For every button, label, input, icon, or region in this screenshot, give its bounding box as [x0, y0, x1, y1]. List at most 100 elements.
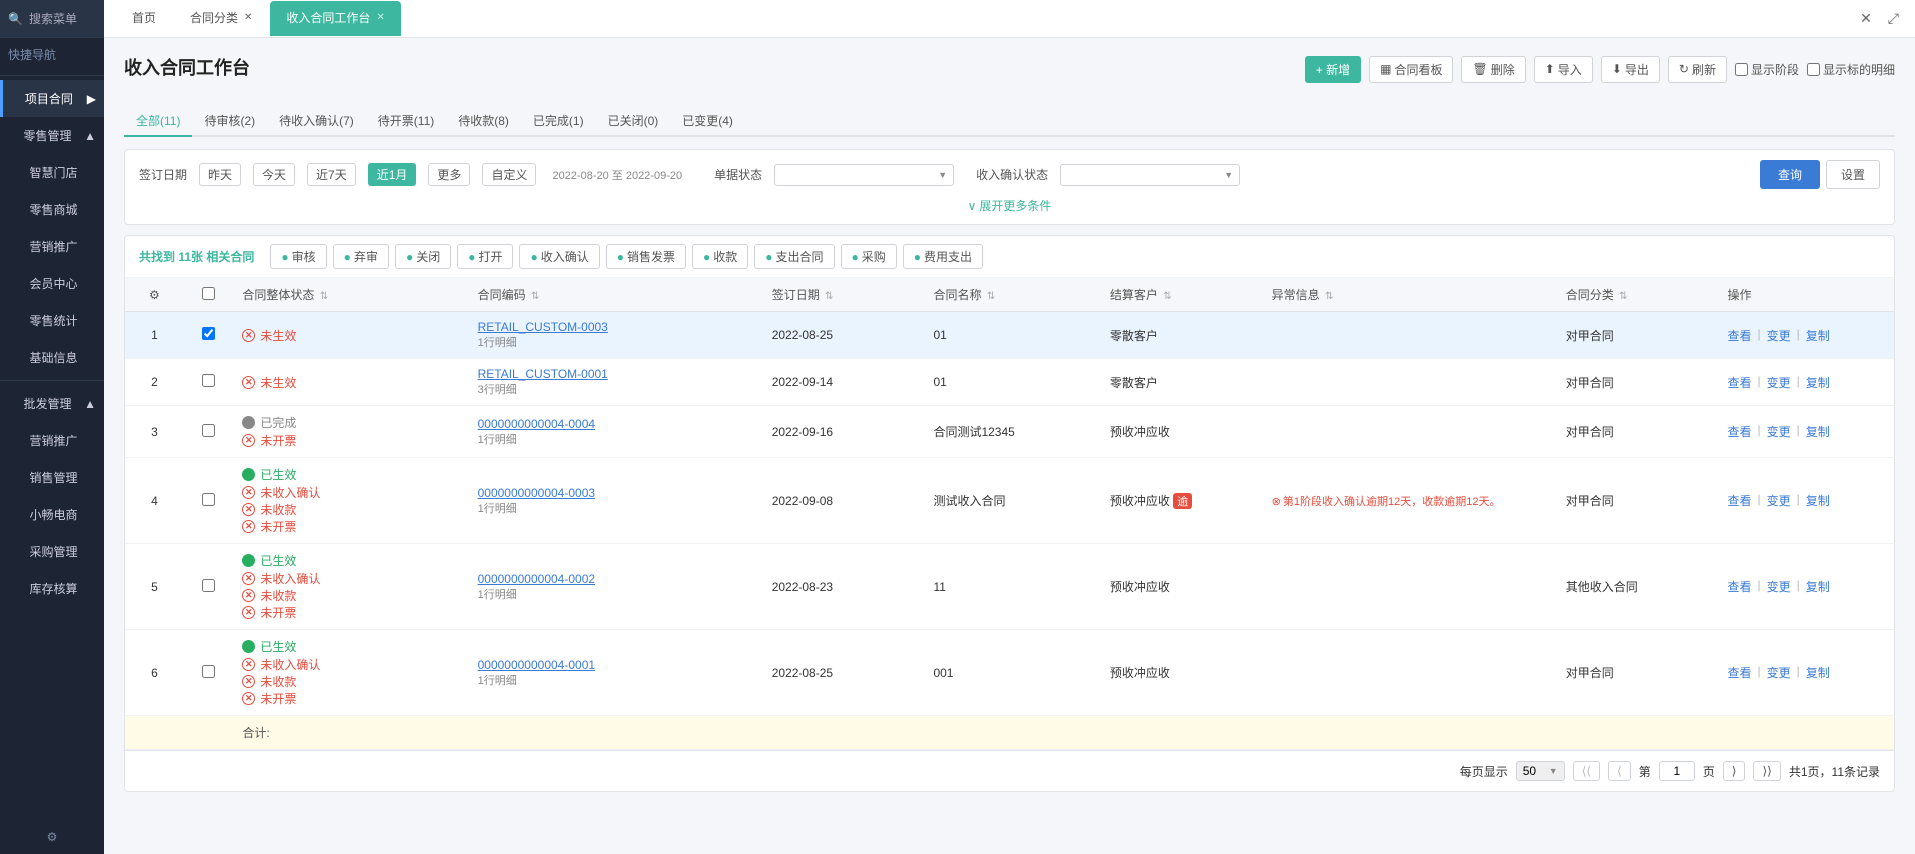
row-action-复制[interactable]: 复制: [1806, 327, 1830, 344]
income-confirm-select[interactable]: [1060, 164, 1240, 186]
row-checkbox[interactable]: [202, 374, 215, 387]
purchase-btn[interactable]: ● 采购: [841, 244, 897, 269]
close-btn[interactable]: ● 关闭: [395, 244, 451, 269]
per-page-select[interactable]: 50 10 20 100: [1516, 761, 1565, 781]
first-page-btn[interactable]: ⟨⟨: [1573, 761, 1600, 781]
filter-tab-completed[interactable]: 已完成(1): [521, 106, 596, 137]
sidebar-item-smart-store[interactable]: 智慧门店: [0, 154, 104, 191]
open-btn[interactable]: ● 打开: [457, 244, 513, 269]
tab-home[interactable]: 首页: [116, 1, 172, 36]
sidebar-item-sales-mgmt[interactable]: 销售管理: [0, 459, 104, 496]
sidebar-item-retail-stats[interactable]: 零售统计: [0, 302, 104, 339]
sort-code-icon[interactable]: ⇅: [531, 291, 539, 302]
sidebar-item-inventory[interactable]: 库存核算: [0, 570, 104, 607]
expense-out-btn[interactable]: ● 费用支出: [903, 244, 983, 269]
sidebar-quick-nav[interactable]: 快捷导航: [0, 38, 104, 71]
sidebar-item-basic-info[interactable]: 基础信息: [0, 339, 104, 376]
prev-page-btn[interactable]: ⟨: [1608, 761, 1631, 781]
contract-code-link[interactable]: 0000000000004-0002: [478, 572, 595, 586]
row-action-变更[interactable]: 变更: [1767, 327, 1791, 344]
row-action-查看[interactable]: 查看: [1727, 374, 1751, 391]
filter-date-more[interactable]: 更多: [428, 163, 470, 186]
filter-date-custom[interactable]: 自定义: [482, 163, 536, 186]
kanban-button[interactable]: ▦ 合同看板: [1369, 56, 1453, 83]
review-btn[interactable]: ● 审核: [270, 244, 326, 269]
show-detail-input[interactable]: [1807, 63, 1820, 76]
income-confirm-btn[interactable]: ● 收入确认: [519, 244, 599, 269]
show-detail-checkbox[interactable]: 显示标的明细: [1807, 61, 1895, 78]
sidebar-item-retail-mgmt[interactable]: 零售管理 ▲: [0, 117, 104, 154]
show-segment-input[interactable]: [1735, 63, 1748, 76]
filter-date-last1month[interactable]: 近1月: [368, 163, 417, 186]
sidebar-item-xiaochang[interactable]: 小畅电商: [0, 496, 104, 533]
row-action-变更[interactable]: 变更: [1767, 578, 1791, 595]
row-checkbox[interactable]: [202, 493, 215, 506]
sidebar-item-wholesale-mgmt[interactable]: 批发管理 ▲: [0, 385, 104, 422]
sidebar-item-retail-mall[interactable]: 零售商城: [0, 191, 104, 228]
new-button[interactable]: + 新增: [1305, 56, 1361, 83]
select-all-checkbox[interactable]: [202, 287, 215, 300]
filter-tab-pending-payment[interactable]: 待收款(8): [446, 106, 521, 137]
row-action-查看[interactable]: 查看: [1727, 327, 1751, 344]
row-checkbox[interactable]: [202, 665, 215, 678]
sort-name-icon[interactable]: ⇅: [987, 291, 995, 302]
sidebar-item-marketing[interactable]: 营销推广: [0, 228, 104, 265]
sort-status-icon[interactable]: ⇅: [320, 291, 328, 302]
doc-status-select[interactable]: [774, 164, 954, 186]
tab-bar-close-btn[interactable]: ✕: [1856, 8, 1876, 29]
delete-button[interactable]: 🗑 删除: [1461, 56, 1525, 83]
row-action-变更[interactable]: 变更: [1767, 664, 1791, 681]
filter-settings-button[interactable]: 设置: [1826, 160, 1880, 189]
export-button[interactable]: ⬇ 导出: [1601, 56, 1660, 83]
refresh-button[interactable]: ↻ 刷新: [1668, 56, 1727, 83]
abandon-btn[interactable]: ● 弃审: [333, 244, 389, 269]
row-action-复制[interactable]: 复制: [1806, 578, 1830, 595]
filter-date-today[interactable]: 今天: [253, 163, 295, 186]
last-page-btn[interactable]: ⟩⟩: [1753, 761, 1780, 781]
sidebar-item-marketing2[interactable]: 营销推广: [0, 422, 104, 459]
filter-tab-pending-review[interactable]: 待审核(2): [192, 106, 267, 137]
row-action-变更[interactable]: 变更: [1767, 374, 1791, 391]
show-segment-checkbox[interactable]: 显示阶段: [1735, 61, 1799, 78]
sidebar-item-member[interactable]: 会员中心: [0, 265, 104, 302]
row-action-复制[interactable]: 复制: [1806, 374, 1830, 391]
filter-date-last7[interactable]: 近7天: [307, 163, 356, 186]
tab-income-contract-close[interactable]: ✕: [376, 12, 384, 23]
import-button[interactable]: ⬆ 导入: [1534, 56, 1593, 83]
tab-contract-category-close[interactable]: ✕: [244, 12, 252, 23]
row-action-查看[interactable]: 查看: [1727, 423, 1751, 440]
row-action-查看[interactable]: 查看: [1727, 492, 1751, 509]
sidebar-item-project[interactable]: 项目合同 ▶: [0, 80, 104, 117]
row-action-查看[interactable]: 查看: [1727, 664, 1751, 681]
query-button[interactable]: 查询: [1760, 160, 1820, 189]
sales-invoice-btn[interactable]: ● 销售发票: [606, 244, 686, 269]
sort-date-icon[interactable]: ⇅: [825, 291, 833, 302]
row-action-复制[interactable]: 复制: [1806, 492, 1830, 509]
row-action-复制[interactable]: 复制: [1806, 664, 1830, 681]
sidebar-search[interactable]: 🔍 搜索菜单: [0, 0, 104, 38]
row-checkbox[interactable]: [202, 327, 215, 340]
expense-contract-btn[interactable]: ● 支出合同: [754, 244, 834, 269]
sidebar-item-purchase-mgmt[interactable]: 采购管理: [0, 533, 104, 570]
contract-code-link[interactable]: 0000000000004-0003: [478, 486, 595, 500]
contract-code-link[interactable]: RETAIL_CUSTOM-0003: [478, 320, 608, 334]
contract-code-link[interactable]: RETAIL_CUSTOM-0001: [478, 367, 608, 381]
row-checkbox[interactable]: [202, 424, 215, 437]
row-action-变更[interactable]: 变更: [1767, 492, 1791, 509]
contract-code-link[interactable]: 0000000000004-0001: [478, 658, 595, 672]
filter-date-yesterday[interactable]: 昨天: [199, 163, 241, 186]
gear-icon[interactable]: ⚙: [149, 288, 160, 302]
expand-more-btn[interactable]: ∨ 展开更多条件: [968, 197, 1052, 214]
row-checkbox[interactable]: [202, 579, 215, 592]
filter-tab-pending-invoice[interactable]: 待开票(11): [366, 106, 446, 137]
filter-tab-all[interactable]: 全部(11): [124, 106, 192, 137]
filter-tab-pending-income-confirm[interactable]: 待收入确认(7): [267, 106, 366, 137]
row-action-变更[interactable]: 变更: [1767, 423, 1791, 440]
sort-customer-icon[interactable]: ⇅: [1163, 291, 1171, 302]
sort-category-icon[interactable]: ⇅: [1619, 291, 1627, 302]
filter-tab-changed[interactable]: 已变更(4): [670, 106, 745, 137]
tab-bar-expand-btn[interactable]: ⤢: [1884, 8, 1903, 29]
row-action-复制[interactable]: 复制: [1806, 423, 1830, 440]
collection-btn[interactable]: ● 收款: [692, 244, 748, 269]
contract-code-link[interactable]: 0000000000004-0004: [478, 417, 595, 431]
